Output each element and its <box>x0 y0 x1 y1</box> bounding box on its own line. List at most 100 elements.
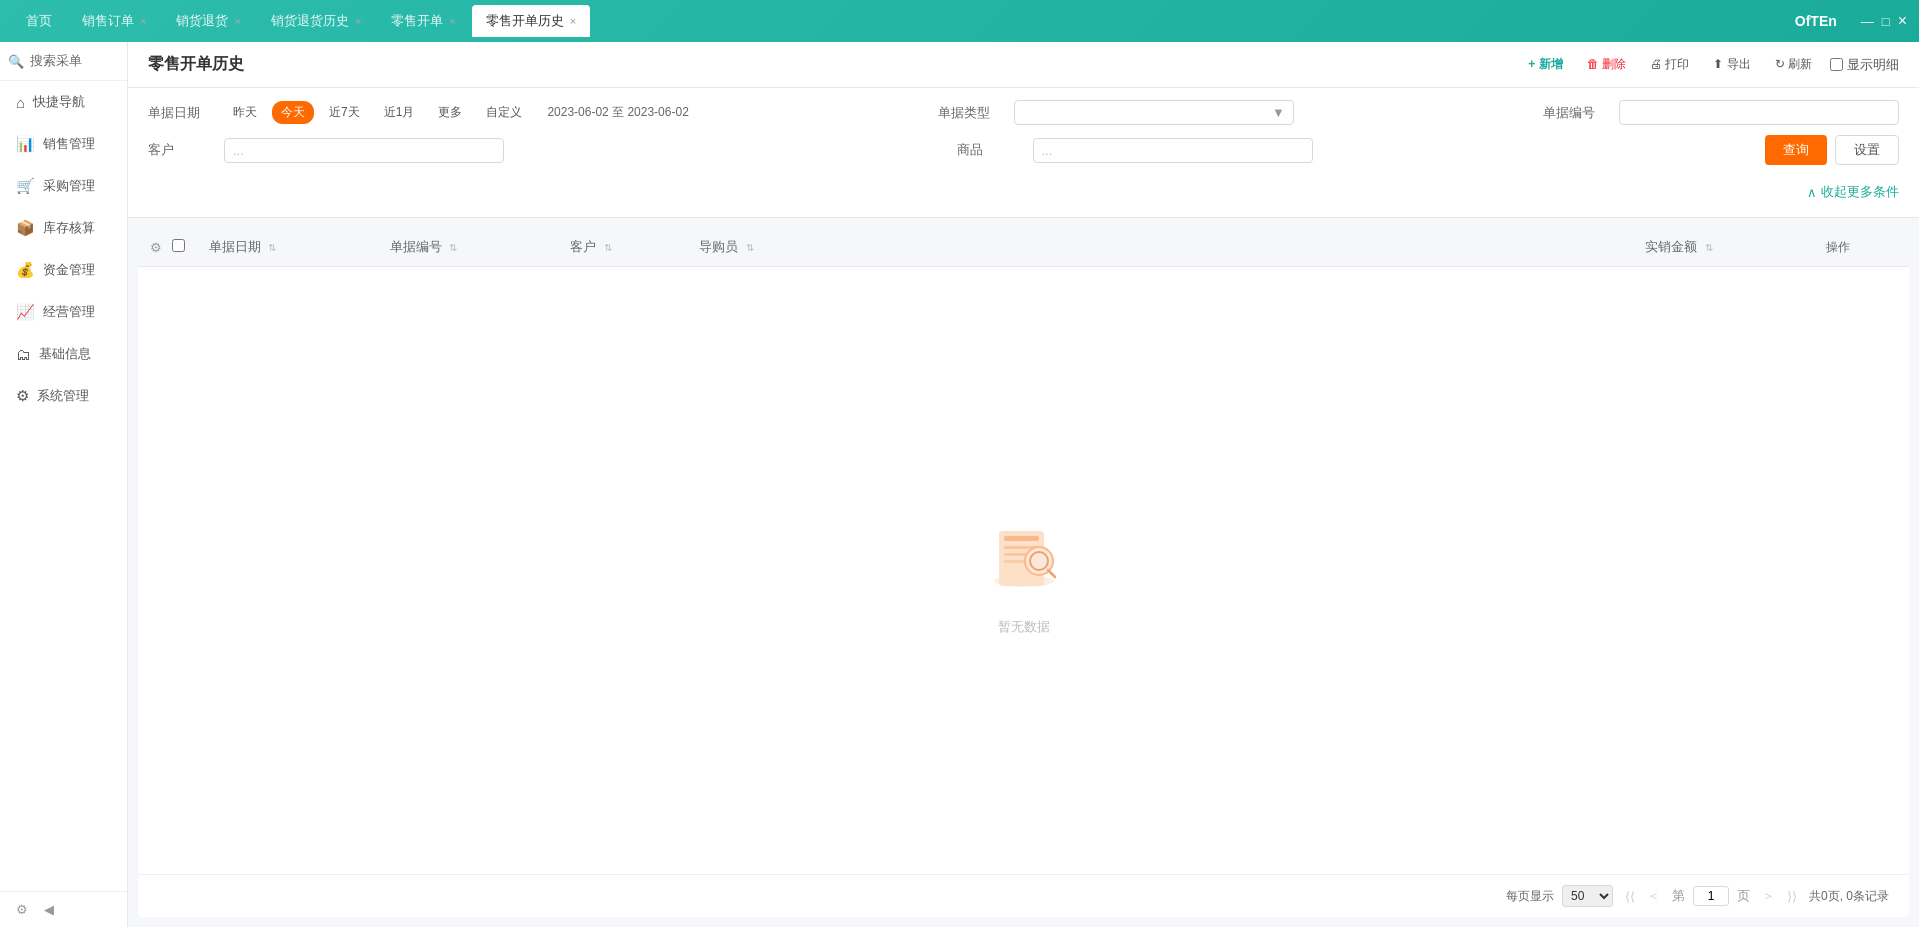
query-button[interactable]: 查询 <box>1765 135 1827 165</box>
sidebar-icon-quick-nav: ⌂ <box>16 94 25 111</box>
sidebar-item-purchase-mgmt[interactable]: 🛒 采购管理 <box>0 165 127 207</box>
date-btn-today[interactable]: 今天 <box>272 101 314 124</box>
sidebar-item-basic-info[interactable]: 🗂基础信息 <box>0 333 127 375</box>
date-btn-last7[interactable]: 近7天 <box>320 101 369 124</box>
sidebar-label-ops-mgmt: 经营管理 <box>43 303 95 321</box>
tab-close-sales-order[interactable]: × <box>140 15 146 27</box>
tab-label-retail-open: 零售开单 <box>391 12 443 30</box>
col-customer-sort-icon[interactable]: ⇅ <box>604 242 612 253</box>
customer-select[interactable]: ... <box>224 138 504 163</box>
svg-rect-2 <box>1004 536 1039 541</box>
sidebar-item-sys-mgmt[interactable]: ⚙系统管理 <box>0 375 127 417</box>
tab-close-sales-return[interactable]: × <box>234 15 240 27</box>
table-col-guide: 导购员 ⇅ <box>687 228 842 267</box>
next-page-btn[interactable]: ＞ <box>1758 885 1779 907</box>
sidebar-item-sales-mgmt[interactable]: 📊销售管理 <box>0 123 127 165</box>
col-sn-label: 单据编号 <box>390 239 442 254</box>
maximize-btn[interactable]: □ <box>1882 14 1890 29</box>
date-btn-yesterday[interactable]: 昨天 <box>224 101 266 124</box>
sidebar-item-finance-mgmt[interactable]: 💰资金管理 <box>0 249 127 291</box>
empty-icon <box>974 506 1074 606</box>
sidebar: 🔍 搜索采单 ⌂快捷导航📊销售管理 🛒 采购管理 📦 库存核算 💰资金管理📈经营管理🗂基础… <box>0 42 128 927</box>
col-amount-sort-icon[interactable]: ⇅ <box>1705 242 1713 253</box>
close-btn[interactable]: × <box>1898 12 1907 30</box>
tab-label-home: 首页 <box>26 12 52 30</box>
col-date-sort-icon[interactable]: ⇅ <box>268 242 276 253</box>
top-bar: 首页销售订单×销货退货×销货退货历史×零售开单×零售开单历史× OfTEn — … <box>0 0 1919 42</box>
window-controls: OfTEn — □ × <box>1795 12 1907 30</box>
search-icon: 🔍 <box>8 54 24 69</box>
tab-label-retail-open-history: 零售开单历史 <box>486 12 564 30</box>
add-button[interactable]: + 新增 <box>1522 52 1568 77</box>
customer-label: 客户 <box>148 141 208 159</box>
tab-retail-open-history[interactable]: 零售开单历史 × <box>472 5 590 37</box>
date-btn-custom[interactable]: 自定义 <box>477 101 531 124</box>
date-btn-last1m[interactable]: 近1月 <box>375 101 424 124</box>
sidebar-icon-sales-mgmt: 📊 <box>16 135 35 153</box>
tab-sales-return-history[interactable]: 销货退货历史× <box>257 5 375 37</box>
product-select[interactable]: ... <box>1033 138 1313 163</box>
sidebar-search[interactable]: 🔍 搜索采单 <box>0 42 127 81</box>
settings-icon[interactable]: ⚙ <box>16 902 28 917</box>
sidebar-icon-stock-calc: 📦 <box>16 219 35 237</box>
table-wrap: ⚙ 单据日期 ⇅ 单据编号 ⇅ <box>138 228 1909 917</box>
collapse-icon[interactable]: ◀ <box>44 902 54 917</box>
export-button[interactable]: ⬆ 导出 <box>1707 52 1756 77</box>
svg-line-8 <box>1048 570 1055 577</box>
sidebar-item-quick-nav[interactable]: ⌂快捷导航 <box>0 81 127 123</box>
sidebar-item-ops-mgmt[interactable]: 📈经营管理 <box>0 291 127 333</box>
page-title: 零售开单历史 <box>148 54 244 75</box>
show-detail-toggle[interactable]: 显示明细 <box>1830 56 1899 74</box>
type-arrow-icon: ▼ <box>1272 105 1285 120</box>
settings-button[interactable]: 设置 <box>1835 135 1899 165</box>
collapse-button[interactable]: ∧ 收起更多条件 <box>1807 183 1899 201</box>
product-placeholder: ... <box>1042 143 1304 158</box>
refresh-button[interactable]: ↻ 刷新 <box>1769 52 1818 77</box>
print-button[interactable]: 🖨 打印 <box>1644 52 1695 77</box>
product-label: 商品 <box>957 141 1017 159</box>
page-header: 零售开单历史 + 新增 🗑 删除 🖨 打印 ⬆ 导出 ↻ 刷新 显示明细 <box>128 42 1919 88</box>
first-page-btn[interactable]: ⟨⟨ <box>1621 887 1639 906</box>
last-page-btn[interactable]: ⟩⟩ <box>1783 887 1801 906</box>
tab-sales-return[interactable]: 销货退货 × <box>162 5 254 37</box>
type-select[interactable]: ▼ <box>1014 100 1294 125</box>
empty-state: 暂无数据 <box>138 267 1909 874</box>
sidebar-label-stock-calc: 库存核算 <box>43 219 95 237</box>
tab-close-sales-return-history[interactable]: × <box>355 15 361 27</box>
date-buttons: 昨天今天近7天近1月更多自定义 <box>224 101 531 124</box>
sidebar-item-stock-calc[interactable]: 📦 库存核算 <box>0 207 127 249</box>
minimize-btn[interactable]: — <box>1861 14 1874 29</box>
table-col-customer: 客户 ⇅ <box>558 228 687 267</box>
sidebar-icon-basic-info: 🗂 <box>16 346 31 363</box>
table-col-sn: 单据编号 ⇅ <box>378 228 559 267</box>
col-guide-label: 导购员 <box>699 239 738 254</box>
filter-area: 单据日期 昨天今天近7天近1月更多自定义 2023-06-02 至 2023-0… <box>128 88 1919 218</box>
date-btn-more[interactable]: 更多 <box>429 101 471 124</box>
tab-close-retail-open-history[interactable]: × <box>570 15 576 27</box>
empty-text: 暂无数据 <box>998 618 1050 636</box>
delete-button[interactable]: 🗑 删除 <box>1581 52 1632 77</box>
total-text: 共0页, 0条记录 <box>1809 888 1889 905</box>
select-all-checkbox[interactable] <box>172 239 185 252</box>
tab-home[interactable]: 首页 <box>12 5 66 37</box>
tab-sales-order[interactable]: 销售订单× <box>68 5 160 37</box>
tab-close-retail-open[interactable]: × <box>449 15 455 27</box>
show-detail-checkbox[interactable] <box>1830 58 1843 71</box>
col-sn-sort-icon[interactable]: ⇅ <box>449 242 457 253</box>
sn-label: 单据编号 <box>1543 104 1603 122</box>
page-input[interactable] <box>1693 886 1729 906</box>
tab-retail-open[interactable]: 零售开单 × <box>377 5 469 37</box>
sn-input[interactable] <box>1619 100 1899 125</box>
prev-page-btn[interactable]: ＜ <box>1643 885 1664 907</box>
type-label: 单据类型 <box>938 104 998 122</box>
col-guide-sort-icon[interactable]: ⇅ <box>746 242 754 253</box>
per-page-label: 每页显示 <box>1506 888 1554 905</box>
per-page-select[interactable]: 50 10 20 100 <box>1562 885 1613 907</box>
settings-col-icon[interactable]: ⚙ <box>150 240 162 255</box>
app-title: OfTEn <box>1795 13 1837 29</box>
sidebar-icon-purchase-mgmt: 🛒 <box>16 177 35 195</box>
tab-label-sales-return: 销货退货 <box>176 12 228 30</box>
page-suffix: 页 <box>1733 885 1754 907</box>
sidebar-label-purchase-mgmt: 采购管理 <box>43 177 95 195</box>
table-col-spacer <box>842 228 1633 267</box>
